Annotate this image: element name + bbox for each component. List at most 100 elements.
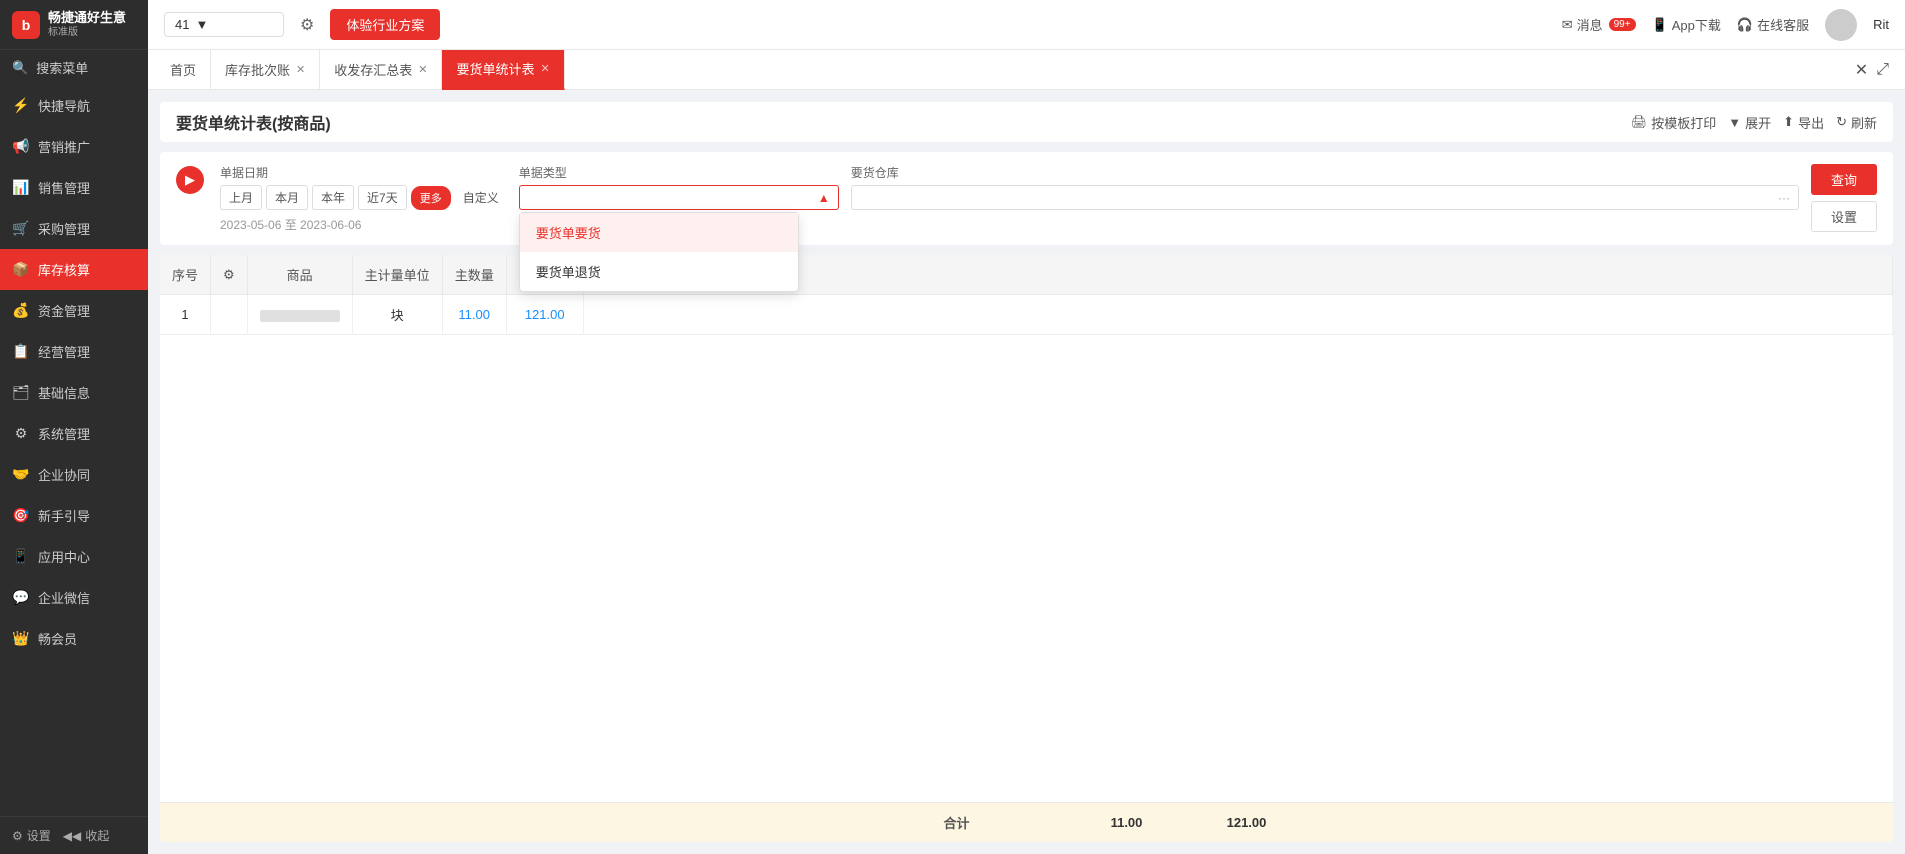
cell-amount[interactable]: 121.00 [506, 295, 583, 335]
col-header-unit: 主计量单位 [352, 255, 442, 295]
trial-btn[interactable]: 体验行业方案 [330, 9, 440, 40]
sidebar-item-quick-nav[interactable]: ⚡ 快捷导航 [0, 85, 148, 126]
page-content: 要货单统计表(按商品) 🖨 按模板打印 ▼ 展开 ⬆ 导出 ↻ 刷新 [148, 90, 1905, 854]
sidebar-item-cooperation[interactable]: 🤝 企业协同 [0, 454, 148, 495]
tab-inventory-batch-close[interactable]: ✕ [296, 63, 305, 76]
sidebar-item-label: 新手引导 [38, 506, 90, 525]
filter-toggle-btn[interactable]: ▶ [176, 166, 204, 194]
chevron-up-icon: ▲ [818, 191, 830, 205]
sidebar-collapse-btn[interactable]: ◀◀ 收起 [63, 827, 109, 844]
sidebar-item-vip[interactable]: 👑 畅会员 [0, 618, 148, 659]
tab-inventory-batch[interactable]: 库存批次账 ✕ [211, 50, 320, 90]
query-btn[interactable]: 查询 [1811, 164, 1877, 195]
sidebar-item-sales[interactable]: 📊 销售管理 [0, 167, 148, 208]
filter-row: 单据日期 上月 本月 本年 近7天 更多 自定义 2023-05-06 至 20… [220, 164, 1877, 233]
header-settings-icon[interactable]: ⚙ [296, 11, 318, 39]
export-btn[interactable]: ⬆ 导出 [1783, 113, 1824, 132]
tabs-end-controls: ✕ ⤢ [1847, 60, 1897, 80]
app-logo-icon: b [12, 11, 40, 39]
more-icon: ··· [1778, 191, 1790, 205]
cell-qty[interactable]: 11.00 [442, 295, 506, 335]
sidebar-settings-btn[interactable]: ⚙ 设置 [12, 827, 51, 844]
print-icon: 🖨 [1631, 114, 1648, 130]
filter-area: ▶ 单据日期 上月 本月 本年 近7天 更多 自定义 [160, 152, 1893, 245]
app-edition: 标准版 [48, 26, 126, 39]
header-actions: ✉ 消息 99+ 📱 App下载 🎧 在线客服 Rit [1562, 9, 1889, 41]
date-btn-this-year[interactable]: 本年 [312, 185, 354, 210]
inventory-icon: 📦 [12, 261, 30, 278]
print-btn[interactable]: 🖨 按模板打印 [1631, 113, 1717, 132]
sidebar-item-label: 企业协同 [38, 465, 90, 484]
sidebar-item-label: 企业微信 [38, 588, 90, 607]
tab-close-all-btn[interactable]: ✕ [1855, 60, 1868, 80]
sidebar-item-finance[interactable]: 💰 资金管理 [0, 290, 148, 331]
sidebar-item-inventory[interactable]: 📦 库存核算 [0, 249, 148, 290]
footer-label: 合计 [847, 813, 1067, 832]
col-header-settings: ⚙ [211, 255, 248, 295]
sidebar-item-label: 基础信息 [38, 383, 90, 402]
cooperation-icon: 🤝 [12, 466, 30, 483]
store-selector[interactable]: 41 ▼ [164, 12, 284, 37]
expand-btn[interactable]: ▼ 展开 [1728, 113, 1771, 132]
tab-receivables-summary[interactable]: 收发存汇总表 ✕ [320, 50, 442, 90]
sidebar-item-basic[interactable]: 🗂 基础信息 [0, 372, 148, 413]
dropdown-item-yh-return[interactable]: 要货单退货 [520, 252, 798, 291]
tab-expand-btn[interactable]: ⤢ [1876, 61, 1889, 79]
service-icon: 🎧 [1737, 17, 1753, 33]
app-name: 畅捷通好生意 [48, 10, 126, 27]
filter-date-group: 单据日期 上月 本月 本年 近7天 更多 自定义 2023-05-06 至 20… [220, 164, 507, 233]
app-logo-text: 畅捷通好生意 标准版 [48, 10, 126, 40]
tab-order-stats-close[interactable]: ✕ [541, 62, 550, 75]
sidebar-item-wechat[interactable]: 💬 企业微信 [0, 577, 148, 618]
filter-type-group: 单据类型 ▲ 要货单要货 要货单退货 [519, 164, 839, 210]
operation-icon: 📋 [12, 343, 30, 360]
col-header-product: 商品 [247, 255, 352, 295]
search-icon: 🔍 [12, 60, 28, 76]
filter-warehouse-group: 要货仓库 ··· [851, 164, 1799, 210]
filter-warehouse-text[interactable] [860, 190, 1774, 205]
sidebar-item-guide[interactable]: 🎯 新手引导 [0, 495, 148, 536]
purchase-icon: 🛒 [12, 220, 30, 237]
tab-home[interactable]: 首页 [156, 50, 211, 90]
sidebar-item-operation[interactable]: 📋 经营管理 [0, 331, 148, 372]
date-quick-btns: 上月 本月 本年 近7天 更多 自定义 [220, 185, 507, 210]
expand-label: 展开 [1745, 113, 1771, 132]
date-btn-7-days[interactable]: 近7天 [358, 185, 407, 210]
refresh-btn[interactable]: ↻ 刷新 [1836, 113, 1877, 132]
online-service-btn[interactable]: 🎧 在线客服 [1737, 15, 1809, 34]
tab-order-stats[interactable]: 要货单统计表 ✕ [442, 50, 564, 90]
filter-date-label: 单据日期 [220, 164, 507, 181]
sidebar-item-marketing[interactable]: 📢 营销推广 [0, 126, 148, 167]
sidebar-item-appstore[interactable]: 📱 应用中心 [0, 536, 148, 577]
system-icon: ⚙ [12, 425, 30, 442]
app-download-btn[interactable]: 📱 App下载 [1652, 15, 1721, 34]
marketing-icon: 📢 [12, 138, 30, 155]
date-btn-this-month[interactable]: 本月 [266, 185, 308, 210]
search-label: 搜索菜单 [36, 58, 88, 77]
sidebar-item-system[interactable]: ⚙ 系统管理 [0, 413, 148, 454]
table-settings-icon[interactable]: ⚙ [223, 267, 235, 282]
collapse-icon: ◀◀ [63, 829, 81, 843]
sidebar-item-purchase[interactable]: 🛒 采购管理 [0, 208, 148, 249]
messages-btn[interactable]: ✉ 消息 99+ [1562, 15, 1636, 34]
col-header-qty: 主数量 [442, 255, 506, 295]
filter-type-input[interactable]: ▲ [519, 185, 839, 210]
vip-icon: 👑 [12, 630, 30, 647]
user-avatar[interactable] [1825, 9, 1857, 41]
sidebar-item-label: 资金管理 [38, 301, 90, 320]
tab-receivables-summary-close[interactable]: ✕ [418, 63, 427, 76]
date-btn-more[interactable]: 更多 [411, 186, 451, 210]
filter-warehouse-input[interactable]: ··· [851, 185, 1799, 210]
tab-receivables-summary-label: 收发存汇总表 [334, 60, 412, 79]
sidebar-item-label: 库存核算 [38, 260, 90, 279]
date-btn-custom[interactable]: 自定义 [455, 186, 507, 209]
filter-type-text[interactable] [528, 190, 814, 205]
tabs-bar: 首页 库存批次账 ✕ 收发存汇总表 ✕ 要货单统计表 ✕ ✕ ⤢ [148, 50, 1905, 90]
page-title: 要货单统计表(按商品) [176, 110, 331, 134]
expand-icon: ▼ [1728, 115, 1741, 130]
sidebar-item-label: 经营管理 [38, 342, 90, 361]
sidebar-search[interactable]: 🔍 搜索菜单 [0, 50, 148, 85]
filter-settings-btn[interactable]: 设置 [1811, 201, 1877, 232]
date-btn-last-month[interactable]: 上月 [220, 185, 262, 210]
dropdown-item-yh-order[interactable]: 要货单要货 [520, 213, 798, 252]
